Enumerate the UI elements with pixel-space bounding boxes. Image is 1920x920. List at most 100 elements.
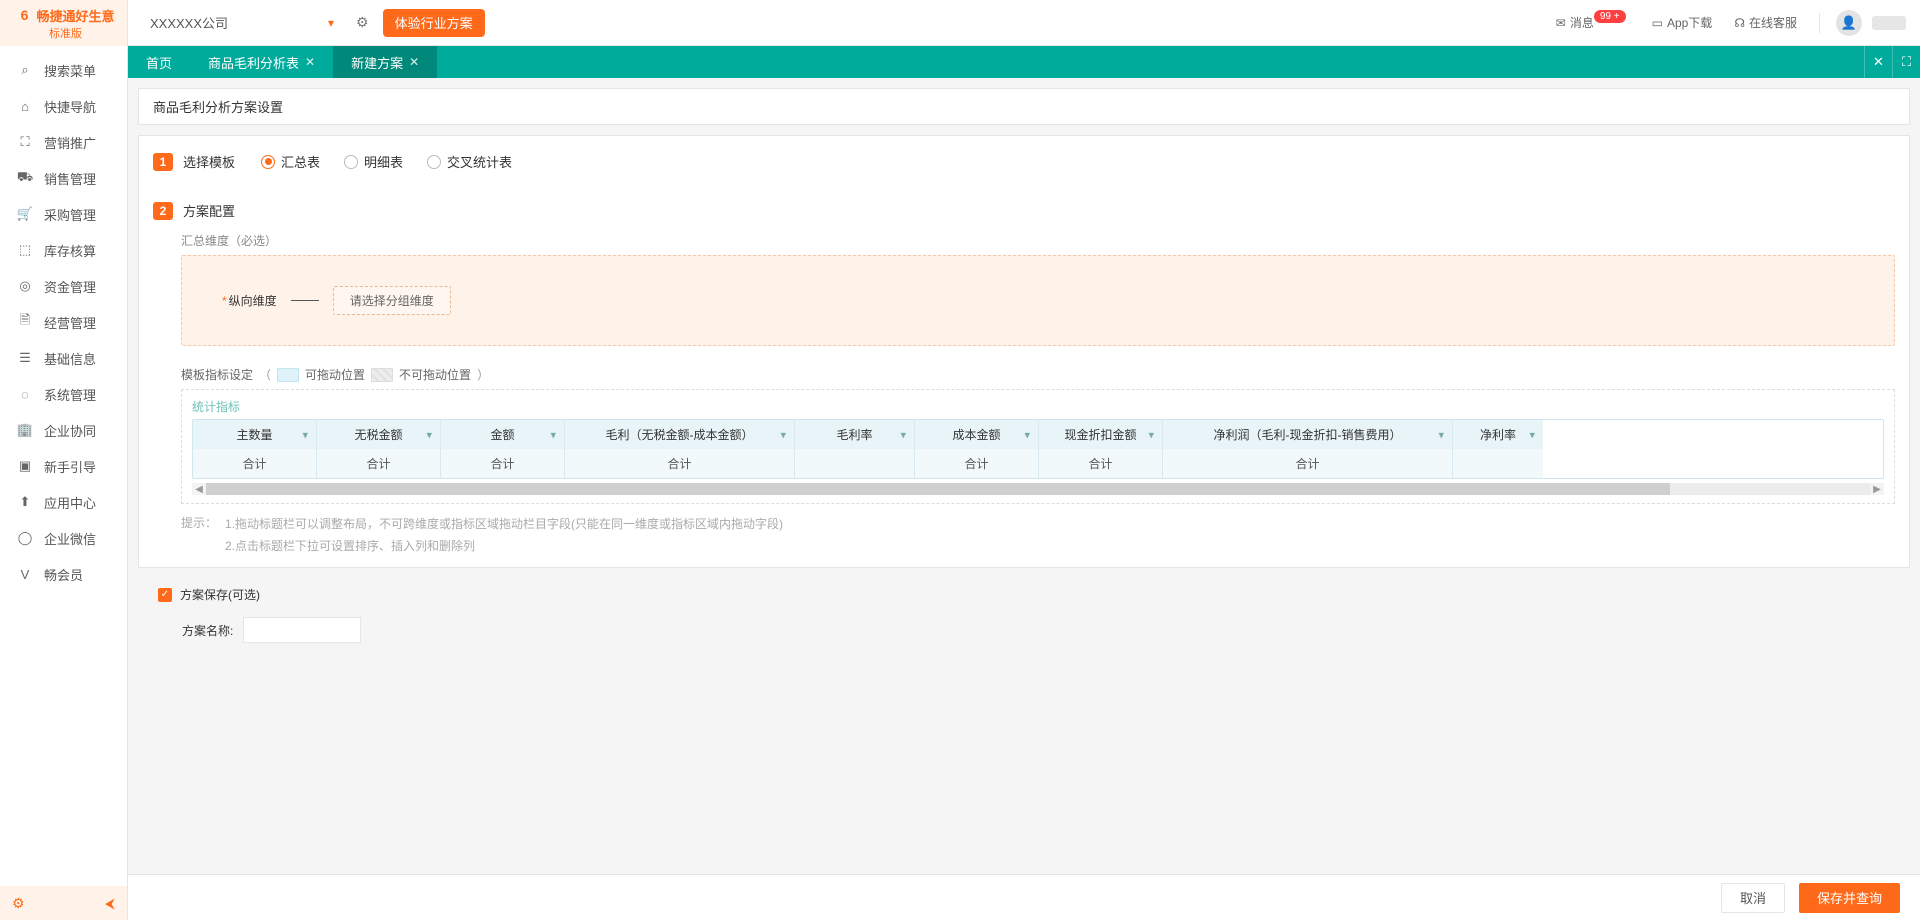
tab-label: 商品毛利分析表 [208, 53, 299, 72]
logo-text: 畅捷通好生意 [36, 6, 114, 25]
header-app-download[interactable]: ▭ App下载 [1646, 14, 1719, 31]
sidebar-item-label: 快捷导航 [44, 97, 96, 116]
sidebar-item-9[interactable]: ◌系统管理 [0, 376, 127, 412]
sidebar-item-12[interactable]: ⬆应用中心 [0, 484, 127, 520]
metric-total-6: 合计 [1039, 449, 1163, 478]
tab-fullscreen[interactable]: ⛶ [1892, 46, 1920, 78]
sidebar-item-4[interactable]: 🛒采购管理 [0, 196, 127, 232]
template-radio-1[interactable]: 明细表 [344, 152, 403, 171]
metric-header-4[interactable]: 毛利率 ▾ [795, 420, 915, 449]
header: XXXXXX公司 ▾ ⚙ 体验行业方案 ✉ 消息 99 + ▭ App下载 ☊ … [128, 0, 1920, 46]
logo-edition: 标准版 [49, 25, 82, 41]
metric-total-2: 合计 [441, 449, 565, 478]
sidebar-item-13[interactable]: ◯企业微信 [0, 520, 127, 556]
hint-line-1: 2.点击标题栏下拉可设置排序、插入列和删除列 [225, 536, 783, 558]
metric-area: 统计指标 主数量▾无税金额▾金额▾毛利（无税金额-成本金额）▾毛利率▾成本金额▾… [181, 389, 1895, 504]
tab-label: 新建方案 [351, 53, 403, 72]
chevron-down-icon[interactable]: ▾ [550, 428, 556, 441]
sidebar-item-icon: ◯ [16, 530, 34, 546]
save-checkbox[interactable]: ✓ [158, 588, 172, 602]
close-icon[interactable]: ✕ [305, 55, 315, 69]
chevron-down-icon[interactable]: ▾ [780, 428, 786, 441]
dimension-box: *纵向维度 请选择分组维度 [181, 255, 1895, 346]
template-options: 汇总表 明细表 交叉统计表 [261, 152, 512, 171]
metric-header-label: 无税金额 [354, 428, 402, 442]
dimension-placeholder[interactable]: 请选择分组维度 [333, 286, 451, 315]
metric-caption: 统计指标 [192, 398, 1884, 415]
cancel-button[interactable]: 取消 [1721, 883, 1785, 913]
legend-title: 模板指标设定 [181, 366, 253, 383]
chevron-down-icon: ▾ [328, 16, 334, 30]
sidebar-item-icon: ◎ [16, 278, 34, 294]
template-radio-2[interactable]: 交叉统计表 [427, 152, 512, 171]
collapse-icon[interactable]: ⮜ [105, 895, 115, 912]
chevron-down-icon[interactable]: ▾ [1148, 428, 1154, 441]
config-panel: 1 选择模板 汇总表明细表交叉统计表 2 方案配置 汇总维度（必选） [138, 135, 1910, 568]
radio-label: 汇总表 [281, 152, 320, 171]
chevron-down-icon[interactable]: ▾ [426, 428, 432, 441]
sidebar-item-6[interactable]: ◎资金管理 [0, 268, 127, 304]
metric-header-0[interactable]: 主数量▾ [193, 420, 317, 449]
sidebar-item-label: 库存核算 [44, 241, 96, 260]
sidebar-item-11[interactable]: ▣新手引导 [0, 448, 127, 484]
sidebar-item-icon: ◌ [16, 387, 34, 402]
scrollbar-thumb[interactable] [206, 483, 1670, 495]
sidebar-item-10[interactable]: 🏢企业协同 [0, 412, 127, 448]
tab-0[interactable]: 首页 [128, 46, 190, 78]
chevron-down-icon[interactable]: ▾ [302, 428, 308, 441]
tab-1[interactable]: 商品毛利分析表 ✕ [190, 46, 333, 78]
tab-close-all[interactable]: ✕ [1864, 46, 1892, 78]
settings-icon[interactable]: ⚙ [12, 895, 25, 912]
save-panel: ✓ 方案保存(可选) 方案名称: [138, 578, 1910, 663]
chevron-down-icon[interactable]: ▾ [1529, 428, 1535, 441]
template-radio-0[interactable]: 汇总表 [261, 152, 320, 171]
metric-header-7[interactable]: 净利润（毛利-现金折扣-销售费用）▾ [1163, 420, 1453, 449]
tab-2[interactable]: 新建方案 ✕ [333, 46, 437, 78]
sidebar-item-0[interactable]: ⌕搜索菜单 [0, 52, 127, 88]
metric-total-0: 合计 [193, 449, 317, 478]
header-app-label: App下载 [1667, 14, 1712, 31]
sidebar-item-3[interactable]: ⛟销售管理 [0, 160, 127, 196]
save-query-button[interactable]: 保存并查询 [1799, 883, 1900, 913]
metric-header-2[interactable]: 金额▾ [441, 420, 565, 449]
hint-line-0: 1.拖动标题栏可以调整布局，不可跨维度或指标区域拖动栏目字段(只能在同一维度或指… [225, 514, 783, 536]
radio-dot-icon [344, 155, 358, 169]
sidebar-item-1[interactable]: ⌂快捷导航 [0, 88, 127, 124]
sidebar-item-2[interactable]: ⛶营销推广 [0, 124, 127, 160]
sidebar-item-label: 采购管理 [44, 205, 96, 224]
avatar[interactable]: 👤 [1836, 10, 1862, 36]
cta-button[interactable]: 体验行业方案 [383, 9, 485, 37]
chevron-down-icon[interactable]: ▾ [1438, 428, 1444, 441]
dimension-row-label: *纵向维度 [222, 292, 277, 309]
header-messages[interactable]: ✉ 消息 99 + [1550, 14, 1636, 31]
metric-header-8[interactable]: 净利率▾ [1453, 420, 1543, 449]
horizontal-scrollbar[interactable]: ◀ ▶ [192, 483, 1884, 495]
chevron-down-icon[interactable]: ▾ [900, 428, 906, 441]
sidebar-item-8[interactable]: ☰基础信息 [0, 340, 127, 376]
company-name: XXXXXX公司 [150, 13, 228, 32]
step-title: 选择模板 [183, 152, 235, 171]
metric-header-3[interactable]: 毛利（无税金额-成本金额）▾ [565, 420, 795, 449]
plan-name-input[interactable] [243, 617, 361, 643]
nav: ⌕搜索菜单⌂快捷导航⛶营销推广⛟销售管理🛒采购管理⬚库存核算◎资金管理🗎经营管理… [0, 46, 127, 886]
metric-header-6[interactable]: 现金折扣金额▾ [1039, 420, 1163, 449]
hints-label: 提示： [181, 514, 217, 557]
scroll-right-icon[interactable]: ▶ [1870, 484, 1884, 495]
scroll-left-icon[interactable]: ◀ [192, 484, 206, 495]
metric-header-1[interactable]: 无税金额 ▾ [317, 420, 441, 449]
metric-total-1: 合计 [317, 449, 441, 478]
company-select[interactable]: XXXXXX公司 ▾ [142, 9, 342, 37]
sidebar-item-14[interactable]: V畅会员 [0, 556, 127, 592]
footer: 取消 保存并查询 [128, 874, 1920, 920]
company-settings-icon[interactable]: ⚙ [352, 14, 373, 31]
chevron-down-icon[interactable]: ▾ [1024, 428, 1030, 441]
legend-nodrag: 不可拖动位置 [399, 366, 471, 383]
close-icon[interactable]: ✕ [409, 55, 419, 69]
sidebar-item-5[interactable]: ⬚库存核算 [0, 232, 127, 268]
metric-header-5[interactable]: 成本金额▾ [915, 420, 1039, 449]
sidebar-item-icon: 🗎 [16, 311, 34, 333]
metric-header-label: 毛利率 [836, 428, 872, 442]
sidebar-item-7[interactable]: 🗎经营管理 [0, 304, 127, 340]
header-customer-service[interactable]: ☊ 在线客服 [1728, 14, 1803, 31]
indicator-legend: 模板指标设定 （ 可拖动位置 不可拖动位置 ） [181, 366, 1895, 383]
